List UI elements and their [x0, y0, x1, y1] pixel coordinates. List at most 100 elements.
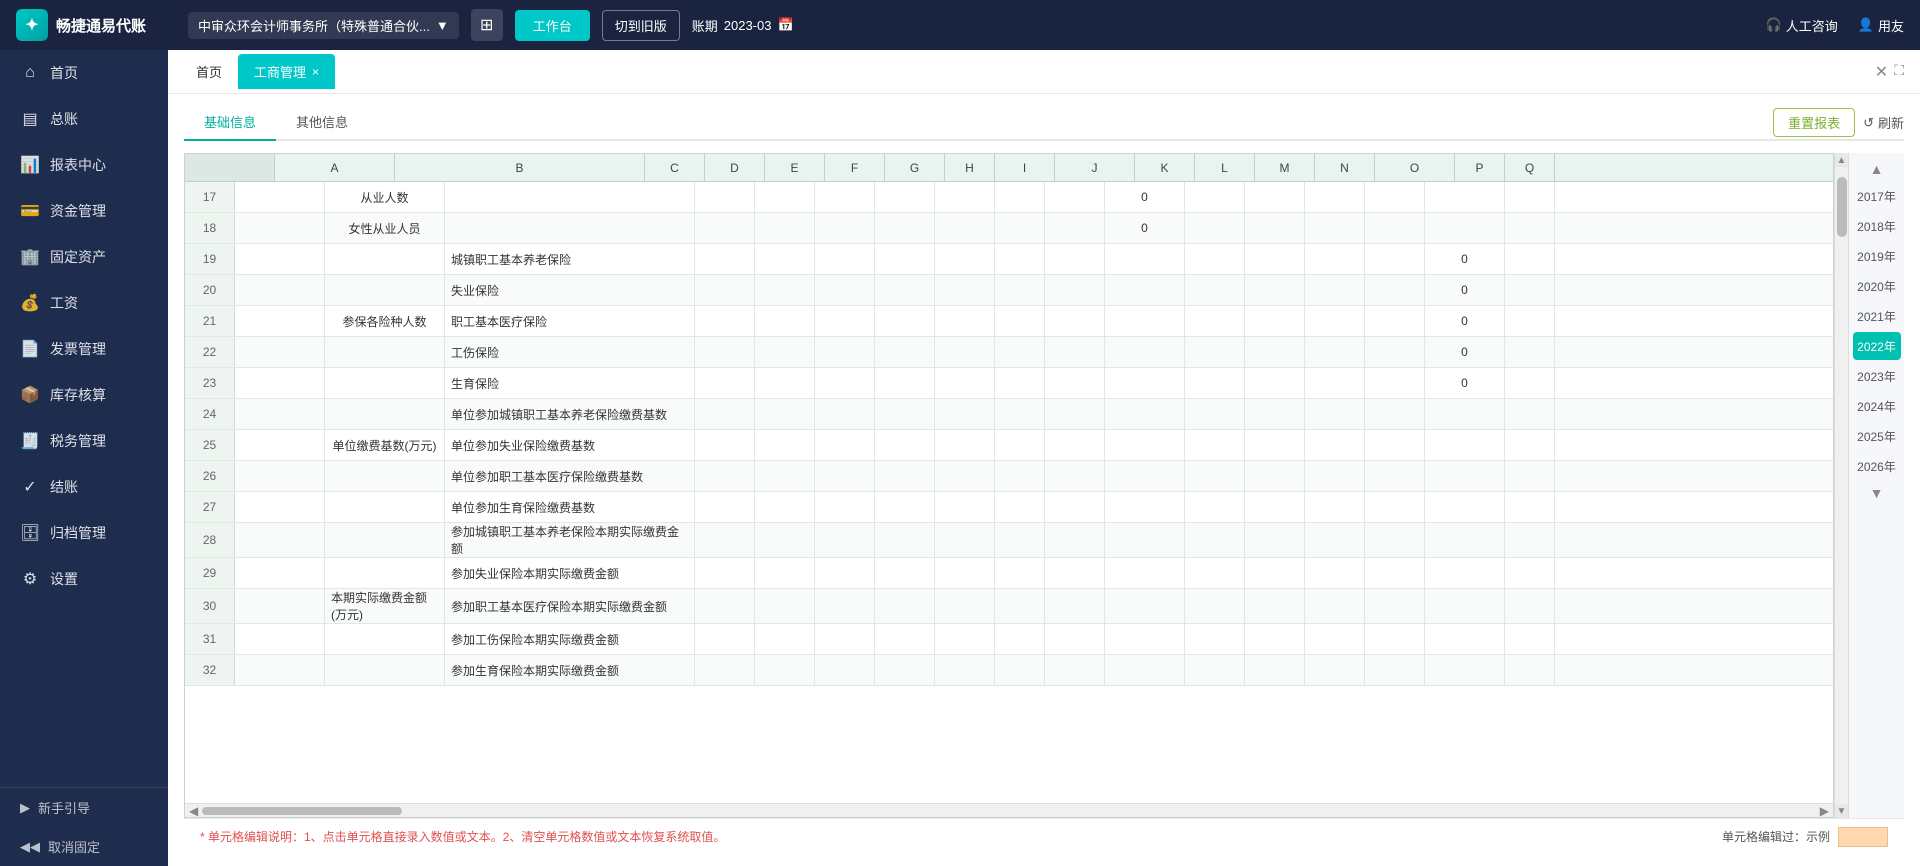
cell-32-p[interactable] [1425, 655, 1505, 685]
year-item-2026[interactable]: 2026年 [1853, 452, 1901, 480]
cell-29-f[interactable] [815, 558, 875, 588]
cell-28-c[interactable]: 参加城镇职工基本养老保险本期实际缴费金额 [445, 523, 695, 557]
cell-27-q[interactable] [1505, 492, 1555, 522]
cell-18-h[interactable] [935, 213, 995, 243]
cell-21-a[interactable] [235, 306, 325, 336]
cell-19-b[interactable] [325, 244, 445, 274]
unpin-button[interactable]: ◀◀ 取消固定 [0, 827, 168, 866]
cell-19-j[interactable] [1045, 244, 1105, 274]
cell-21-g[interactable] [875, 306, 935, 336]
cell-29-p[interactable] [1425, 558, 1505, 588]
cell-25-m[interactable] [1245, 430, 1305, 460]
reset-report-button[interactable]: 重置报表 [1773, 108, 1855, 137]
cell-23-f[interactable] [815, 368, 875, 398]
scroll-down-button[interactable]: ▼ [1835, 804, 1848, 818]
cell-30-h[interactable] [935, 589, 995, 623]
cell-31-i[interactable] [995, 624, 1045, 654]
cell-28-i[interactable] [995, 523, 1045, 557]
sidebar-item-home[interactable]: ⌂ 首页 [0, 50, 168, 96]
workbench-button[interactable]: 工作台 [515, 10, 590, 41]
cell-21-f[interactable] [815, 306, 875, 336]
cell-31-o[interactable] [1365, 624, 1425, 654]
cell-26-c[interactable]: 单位参加职工基本医疗保险缴费基数 [445, 461, 695, 491]
cell-32-l[interactable] [1185, 655, 1245, 685]
cell-20-b[interactable] [325, 275, 445, 305]
cell-25-g[interactable] [875, 430, 935, 460]
cell-22-f[interactable] [815, 337, 875, 367]
cell-32-d[interactable] [695, 655, 755, 685]
cell-18-i[interactable] [995, 213, 1045, 243]
cell-32-k[interactable] [1105, 655, 1185, 685]
cell-30-m[interactable] [1245, 589, 1305, 623]
cell-28-p[interactable] [1425, 523, 1505, 557]
year-item-2018[interactable]: 2018年 [1853, 212, 1901, 240]
sidebar-item-ledger[interactable]: ▤ 总账 [0, 96, 168, 142]
cell-30-n[interactable] [1305, 589, 1365, 623]
cell-21-i[interactable] [995, 306, 1045, 336]
cell-25-f[interactable] [815, 430, 875, 460]
cell-28-b[interactable] [325, 523, 445, 557]
cell-22-e[interactable] [755, 337, 815, 367]
cell-23-i[interactable] [995, 368, 1045, 398]
cell-24-a[interactable] [235, 399, 325, 429]
consult-button[interactable]: 🎧 人工咨询 [1766, 16, 1838, 35]
cell-27-e[interactable] [755, 492, 815, 522]
cell-31-a[interactable] [235, 624, 325, 654]
cell-20-o[interactable] [1365, 275, 1425, 305]
cell-23-l[interactable] [1185, 368, 1245, 398]
cell-29-m[interactable] [1245, 558, 1305, 588]
year-down-arrow[interactable]: ▼ [1859, 481, 1895, 505]
cell-29-i[interactable] [995, 558, 1045, 588]
cell-26-d[interactable] [695, 461, 755, 491]
cell-29-e[interactable] [755, 558, 815, 588]
cell-25-o[interactable] [1365, 430, 1425, 460]
cell-19-o[interactable] [1365, 244, 1425, 274]
user-menu[interactable]: 👤 用友 [1858, 16, 1904, 35]
tab-expand-button[interactable]: ⛶ [1894, 62, 1904, 82]
cell-24-e[interactable] [755, 399, 815, 429]
cell-32-e[interactable] [755, 655, 815, 685]
cell-31-c[interactable]: 参加工伤保险本期实际缴费金额 [445, 624, 695, 654]
cell-18-d[interactable] [695, 213, 755, 243]
cell-17-k[interactable]: 0 [1105, 182, 1185, 212]
sub-tab-other[interactable]: 其他信息 [276, 106, 368, 141]
cell-30-b[interactable]: 本期实际缴费金额(万元) [325, 589, 445, 623]
cell-31-b[interactable] [325, 624, 445, 654]
year-up-arrow[interactable]: ▲ [1859, 157, 1895, 181]
cell-19-k[interactable] [1105, 244, 1185, 274]
cell-24-n[interactable] [1305, 399, 1365, 429]
cell-32-q[interactable] [1505, 655, 1555, 685]
cell-22-k[interactable] [1105, 337, 1185, 367]
sidebar-item-closing[interactable]: ✓ 结账 [0, 464, 168, 510]
cell-26-k[interactable] [1105, 461, 1185, 491]
cell-22-o[interactable] [1365, 337, 1425, 367]
cell-25-e[interactable] [755, 430, 815, 460]
cell-23-o[interactable] [1365, 368, 1425, 398]
cell-24-h[interactable] [935, 399, 995, 429]
tab-close-button[interactable]: ✕ [1875, 62, 1888, 82]
company-selector[interactable]: 中审众环会计师事务所（特殊普通合伙... ▼ [188, 12, 459, 39]
cell-25-k[interactable] [1105, 430, 1185, 460]
cell-28-g[interactable] [875, 523, 935, 557]
cell-24-d[interactable] [695, 399, 755, 429]
sidebar-item-finance[interactable]: 💳 资金管理 [0, 188, 168, 234]
cell-17-f[interactable] [815, 182, 875, 212]
cell-27-i[interactable] [995, 492, 1045, 522]
year-item-2024[interactable]: 2024年 [1853, 392, 1901, 420]
cell-25-j[interactable] [1045, 430, 1105, 460]
year-item-2021[interactable]: 2021年 [1853, 302, 1901, 330]
cell-27-c[interactable]: 单位参加生育保险缴费基数 [445, 492, 695, 522]
cell-22-h[interactable] [935, 337, 995, 367]
cell-22-a[interactable] [235, 337, 325, 367]
cell-30-c[interactable]: 参加职工基本医疗保险本期实际缴费金额 [445, 589, 695, 623]
cell-19-n[interactable] [1305, 244, 1365, 274]
old-version-button[interactable]: 切到旧版 [602, 10, 680, 41]
cell-24-k[interactable] [1105, 399, 1185, 429]
cell-32-n[interactable] [1305, 655, 1365, 685]
cell-20-e[interactable] [755, 275, 815, 305]
cell-18-o[interactable] [1365, 213, 1425, 243]
tab-industry[interactable]: 工商管理 × [238, 54, 335, 89]
sidebar-item-settings[interactable]: ⚙ 设置 [0, 556, 168, 602]
cell-22-n[interactable] [1305, 337, 1365, 367]
cell-20-p[interactable]: 0 [1425, 275, 1505, 305]
